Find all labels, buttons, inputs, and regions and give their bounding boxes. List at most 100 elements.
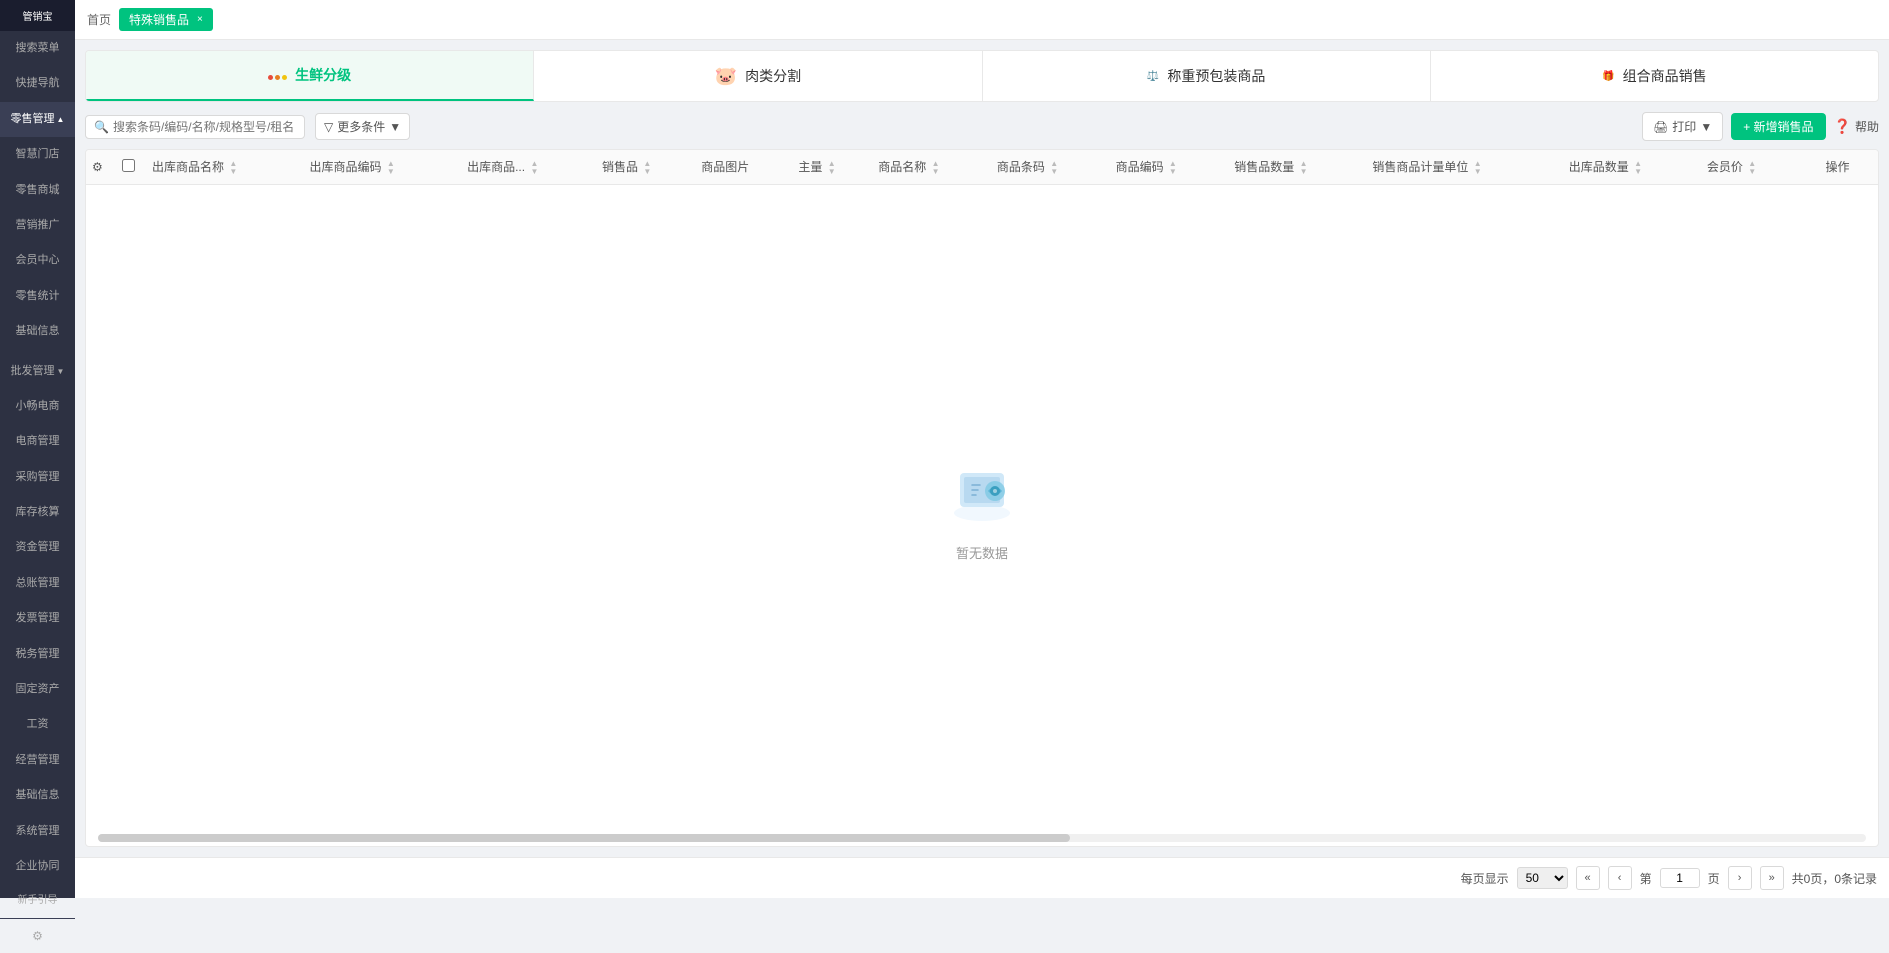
sidebar-item-retail-mgmt[interactable]: 零售管理 ▲ <box>0 102 75 137</box>
sort-arrows-icon: ▲▼ <box>229 160 237 176</box>
settings-icon: ⚙ <box>92 160 103 174</box>
sidebar-item-purchase-mgmt[interactable]: 采购管理 <box>0 460 75 495</box>
th-out-name[interactable]: 出库商品名称 ▲▼ <box>146 150 304 184</box>
sidebar-item-label: 工资 <box>4 717 71 732</box>
th-sale-unit-label: 销售商品计量单位 <box>1372 160 1468 174</box>
print-arrow-icon: ▼ <box>1700 120 1712 134</box>
sidebar-item-finance[interactable]: 资金管理 <box>0 530 75 565</box>
th-empty <box>1800 150 1819 184</box>
horizontal-scrollbar[interactable] <box>98 834 1866 842</box>
scrollbar-thumb[interactable] <box>98 834 1070 842</box>
total-label: 共0页，0条记录 <box>1792 870 1877 887</box>
sidebar-item-new-hand[interactable]: 新手引导 <box>0 884 75 918</box>
sidebar-item-fixed-assets[interactable]: 固定资产 <box>0 672 75 707</box>
sidebar-item-label: 税务管理 <box>4 647 71 662</box>
empty-icon <box>942 453 1022 533</box>
th-sale-qty[interactable]: 销售品数量 ▲▼ <box>1228 150 1366 184</box>
filter-button[interactable]: ▽ 更多条件 ▼ <box>315 113 410 140</box>
search-input[interactable] <box>113 120 296 134</box>
th-out-spec-label: 出库商品... <box>467 160 525 174</box>
th-settings[interactable]: ⚙ <box>86 150 116 184</box>
th-goods-code-label: 商品编码 <box>1116 160 1164 174</box>
home-link[interactable]: 首页 <box>87 11 111 28</box>
sort-arrows-icon: ▲▼ <box>828 160 836 176</box>
th-sale-unit[interactable]: 销售商品计量单位 ▲▼ <box>1366 150 1562 184</box>
th-out-spec[interactable]: 出库商品... ▲▼ <box>461 150 596 184</box>
sidebar-item-sales-promo[interactable]: 营销推广 <box>0 208 75 243</box>
th-sale-qty-label: 销售品数量 <box>1234 160 1294 174</box>
th-member-price[interactable]: 会员价 ▲▼ <box>1701 150 1800 184</box>
sidebar-item-wages[interactable]: 工资 <box>0 707 75 742</box>
per-page-select[interactable]: 50 10 20 100 <box>1517 867 1568 889</box>
gear-icon: ⚙ <box>32 929 43 943</box>
page-number-input[interactable] <box>1660 868 1700 888</box>
sidebar-item-ecom-mgmt[interactable]: 电商管理 <box>0 424 75 459</box>
scale-icon: ⚖️ <box>1147 71 1159 82</box>
tab-weight-pkg[interactable]: ⚖️ 称重预包装商品 <box>983 51 1431 101</box>
th-goods-name[interactable]: 商品名称 ▲▼ <box>872 150 991 184</box>
sidebar-item-label: 会员中心 <box>4 253 71 268</box>
filter-label: 更多条件 <box>337 118 385 135</box>
help-button[interactable]: ❓ 帮助 <box>1834 118 1879 135</box>
sidebar-item-label: 基础信息 <box>4 788 71 803</box>
add-label: + 新增销售品 <box>1743 118 1813 135</box>
sidebar: 管销宝 搜索菜单 快捷导航 零售管理 ▲ 智慧门店 零售商城 营销推广 会员中心… <box>0 0 75 898</box>
sidebar-item-invoice-mgmt[interactable]: 发票管理 <box>0 601 75 636</box>
add-product-button[interactable]: + 新增销售品 <box>1731 113 1825 140</box>
th-goods-code[interactable]: 商品编码 ▲▼ <box>1110 150 1229 184</box>
tab-combo-sales[interactable]: 🎁 组合商品销售 <box>1431 51 1878 101</box>
th-barcode[interactable]: 商品条码 ▲▼ <box>991 150 1110 184</box>
search-box[interactable]: 🔍 <box>85 115 305 139</box>
sidebar-item-inventory[interactable]: 库存核算 <box>0 495 75 530</box>
sidebar-item-label: 企业协同 <box>4 859 71 874</box>
expand-arrow-icon: ▲ <box>57 114 65 125</box>
next-page-button[interactable]: › <box>1728 866 1752 890</box>
th-img-label: 商品图片 <box>701 160 749 174</box>
th-barcode-label: 商品条码 <box>997 160 1045 174</box>
sidebar-item-base-info2[interactable]: 基础信息 <box>0 778 75 813</box>
th-main-weight[interactable]: 主量 ▲▼ <box>792 150 872 184</box>
tab-meat-cut[interactable]: 🐷 肉类分割 <box>534 51 982 101</box>
page-of-label: 页 <box>1708 870 1720 887</box>
sidebar-item-ops-mgmt[interactable]: 经营管理 <box>0 743 75 778</box>
tab-fresh-grade-label: 生鲜分级 <box>295 65 351 85</box>
per-page-label: 每页显示 <box>1461 870 1509 887</box>
sidebar-item-label: 批发管理 <box>11 364 55 379</box>
close-tab-button[interactable]: × <box>197 14 203 25</box>
sidebar-item-mini-ecom[interactable]: 小畅电商 <box>0 389 75 424</box>
prev-page-button[interactable]: ‹ <box>1608 866 1632 890</box>
last-page-button[interactable]: » <box>1760 866 1784 890</box>
chevron-down-icon: ▼ <box>389 120 401 134</box>
select-all-checkbox[interactable] <box>122 159 135 172</box>
th-out-code[interactable]: 出库商品编码 ▲▼ <box>304 150 462 184</box>
sidebar-item-quick-nav[interactable]: 快捷导航 <box>0 66 75 101</box>
th-out-code-label: 出库商品编码 <box>310 160 382 174</box>
sort-arrows-icon: ▲▼ <box>1169 160 1177 176</box>
pig-icon: 🐷 <box>715 66 737 87</box>
page-label: 第 <box>1640 870 1652 887</box>
sidebar-item-label: 零售统计 <box>4 289 71 304</box>
sidebar-item-search-menu[interactable]: 搜索菜单 <box>0 31 75 66</box>
sidebar-item-sys-mgmt[interactable]: 系统管理 <box>0 814 75 849</box>
sidebar-item-basic-info[interactable]: 基础信息 <box>0 314 75 349</box>
sidebar-item-general-ledger[interactable]: 总账管理 <box>0 566 75 601</box>
sidebar-item-tax-mgmt[interactable]: 税务管理 <box>0 637 75 672</box>
sidebar-item-corp-coop[interactable]: 企业协同 <box>0 849 75 884</box>
th-out-name-label: 出库商品名称 <box>152 160 224 174</box>
sidebar-gear-button[interactable]: ⚙ <box>0 918 75 953</box>
content-area: 生鲜分级 🐷 肉类分割 ⚖️ 称重预包装商品 🎁 组合商品销售 <box>75 40 1889 857</box>
sidebar-item-member-center[interactable]: 会员中心 <box>0 243 75 278</box>
sidebar-item-retail-stats[interactable]: 零售统计 <box>0 279 75 314</box>
sidebar-item-label: 电商管理 <box>4 434 71 449</box>
tab-fresh-grade[interactable]: 生鲜分级 <box>86 51 534 101</box>
sidebar-item-wholesale-mgmt[interactable]: 批发管理 ▼ <box>0 354 75 389</box>
th-img: 商品图片 <box>695 150 792 184</box>
print-button[interactable]: 🖨 打印 ▼ <box>1642 112 1723 141</box>
th-out-qty[interactable]: 出库品数量 ▲▼ <box>1563 150 1701 184</box>
th-sale-item[interactable]: 销售品 ▲▼ <box>596 150 695 184</box>
sidebar-item-retail-mall[interactable]: 零售商城 <box>0 173 75 208</box>
sidebar-item-smart-store[interactable]: 智慧门店 <box>0 137 75 172</box>
first-page-button[interactable]: « <box>1576 866 1600 890</box>
th-checkbox[interactable] <box>116 150 146 184</box>
topbar: 首页 特殊销售品 × <box>75 0 1889 40</box>
